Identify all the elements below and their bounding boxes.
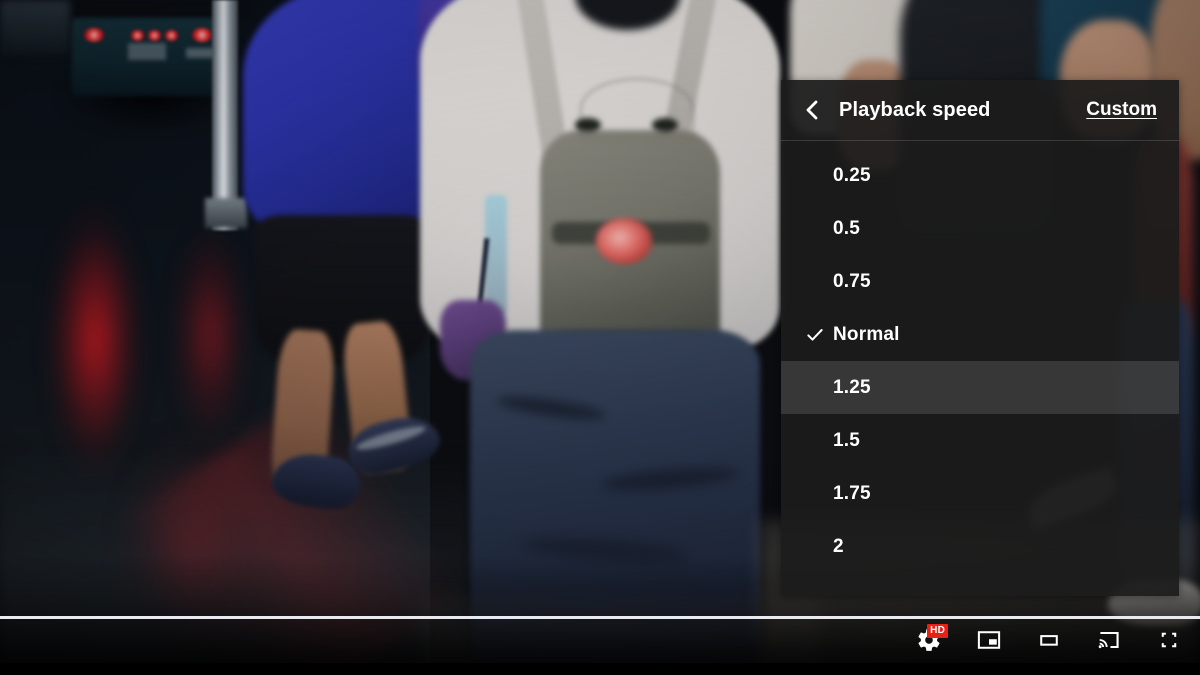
chevron-left-icon[interactable] <box>797 96 825 124</box>
license-plate <box>128 43 166 60</box>
taillight <box>131 30 144 41</box>
hd-quality-badge: HD <box>927 624 948 638</box>
distant-vehicle <box>0 0 70 55</box>
taillight <box>192 28 212 42</box>
speed-option-0-75[interactable]: 0.75 <box>781 255 1179 308</box>
cast-icon <box>1095 626 1123 654</box>
taillight <box>165 30 178 41</box>
speed-option-0-5[interactable]: 0.5 <box>781 202 1179 255</box>
speed-option-label: Normal <box>833 323 900 345</box>
speed-option-label: 0.5 <box>833 217 861 239</box>
speed-option-0-25[interactable]: 0.25 <box>781 149 1179 202</box>
speed-option-label: 0.25 <box>833 164 871 186</box>
theater-mode-icon <box>1035 626 1063 654</box>
speed-option-1-25[interactable]: 1.25 <box>781 361 1179 414</box>
speed-option-1-75[interactable]: 1.75 <box>781 467 1179 520</box>
miniplayer-icon <box>975 626 1003 654</box>
taillight <box>148 30 161 41</box>
checkmark-icon <box>797 325 833 345</box>
backpack-detail <box>652 118 678 132</box>
metal-pole <box>212 0 238 230</box>
speed-option-2[interactable]: 2 <box>781 520 1179 573</box>
cast-button[interactable] <box>1088 619 1130 661</box>
speed-option-label: 0.75 <box>833 270 871 292</box>
fullscreen-button[interactable] <box>1148 619 1190 661</box>
water-bottle <box>485 195 507 315</box>
speed-option-label: 1.25 <box>833 376 871 398</box>
backpack-detail <box>575 118 601 132</box>
backpack-patch <box>596 218 652 264</box>
settings-menu-title: Playback speed <box>839 98 991 121</box>
speed-option-1-5[interactable]: 1.5 <box>781 414 1179 467</box>
player-controls-right: HD <box>908 619 1190 661</box>
speed-option-label: 2 <box>833 535 844 557</box>
custom-speed-link[interactable]: Custom <box>1086 99 1157 121</box>
pole-base <box>205 198 247 228</box>
player-footer-bar <box>0 663 1200 675</box>
settings-menu-panel[interactable]: Playback speed Custom 0.25 0.5 0.75 Normal 1… <box>781 80 1179 596</box>
pavement-sheen <box>0 445 470 675</box>
speed-option-normal[interactable]: Normal <box>781 308 1179 361</box>
taillight <box>84 28 104 42</box>
pedestrian-black-shorts <box>255 215 430 365</box>
playback-speed-option-list: 0.25 0.5 0.75 Normal 1.25 1.5 1.75 2 <box>781 141 1179 573</box>
fullscreen-icon <box>1155 626 1183 654</box>
settings-menu-header[interactable]: Playback speed Custom <box>781 80 1179 141</box>
theater-mode-button[interactable] <box>1028 619 1070 661</box>
video-player[interactable]: HD Playback speed Custom 0.25 0.5 0.75 N… <box>0 0 1200 675</box>
speed-option-label: 1.75 <box>833 482 871 504</box>
settings-quality-button[interactable]: HD <box>908 619 950 661</box>
speed-option-label: 1.5 <box>833 429 861 451</box>
backpack-top-seam <box>580 78 694 140</box>
miniplayer-button[interactable] <box>968 619 1010 661</box>
